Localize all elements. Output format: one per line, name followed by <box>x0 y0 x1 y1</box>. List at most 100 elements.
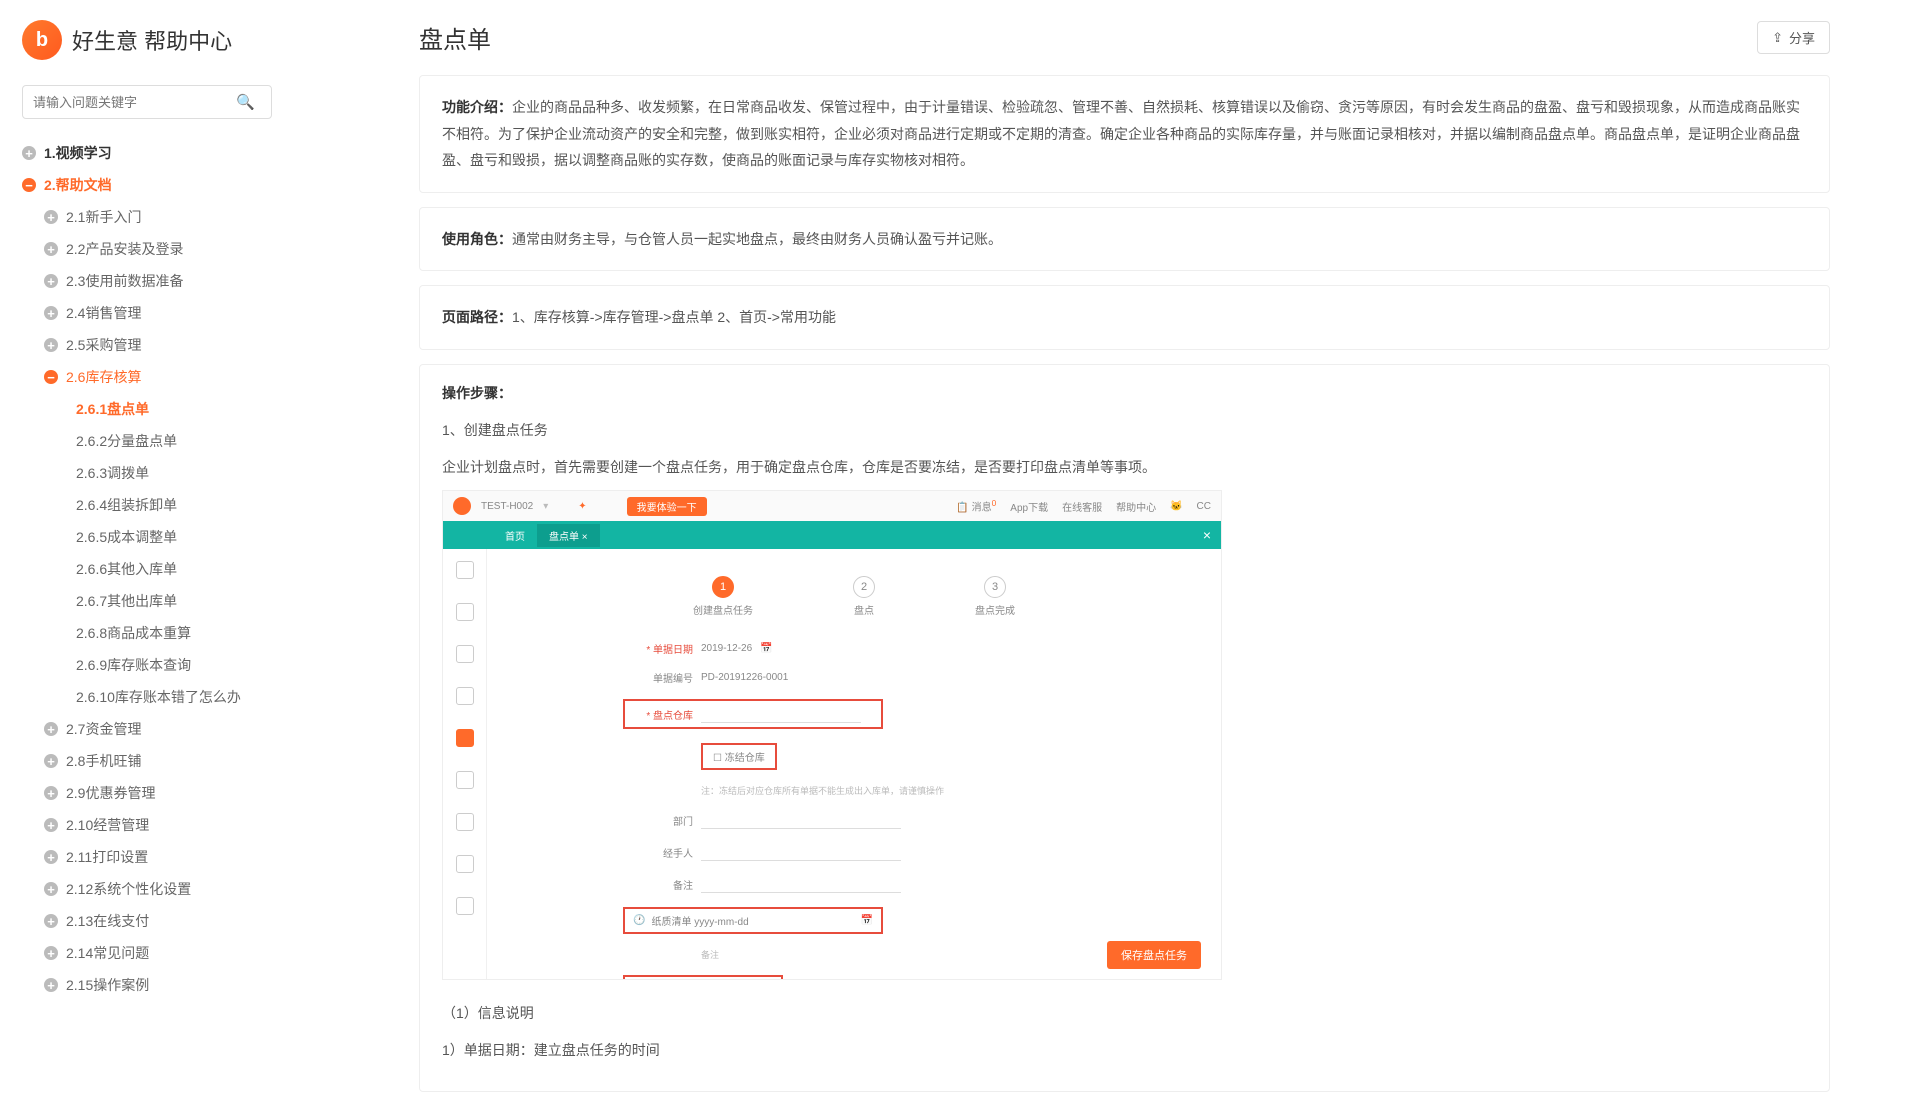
shot-experience-pill: 我要体验一下 <box>627 497 707 516</box>
nav-2-2[interactable]: 2.2产品安装及登录 <box>44 233 269 265</box>
nav-tree: 1.视频学习 2.帮助文档 2.1新手入门 2.2产品安装及登录 2.3使用前数… <box>22 137 269 1001</box>
shot-date-label: * 单据日期 <box>623 641 693 656</box>
calendar-icon: 📅 <box>861 915 873 926</box>
expand-icon[interactable] <box>44 306 58 320</box>
expand-icon[interactable] <box>44 914 58 928</box>
shot-no-value: PD-20191226-0001 <box>701 672 1083 683</box>
nav-2-6-1[interactable]: 2.6.1盘点单 <box>76 393 269 425</box>
shot-top-msg: 📋 消息0 <box>956 498 996 513</box>
nav-2-6-10[interactable]: 2.6.10库存账本错了怎么办 <box>76 681 269 713</box>
shot-step-3: 3盘点完成 <box>975 576 1015 617</box>
expand-icon[interactable] <box>44 850 58 864</box>
shot-mode-redbox: 盘点方式● 实物盘点 <box>623 975 783 980</box>
shot-logo-icon <box>453 497 471 515</box>
expand-icon[interactable] <box>44 978 58 992</box>
steps-header: 操作步骤： <box>442 383 1807 403</box>
nav-2-13[interactable]: 2.13在线支付 <box>44 905 269 937</box>
expand-icon[interactable] <box>44 242 58 256</box>
screenshot-illustration: TEST-H002 ▾ ✦ 我要体验一下 📋 消息0 App下载 在线客服 帮助… <box>442 490 1222 980</box>
shot-side-icon <box>456 771 474 789</box>
nav-2-7[interactable]: 2.7资金管理 <box>44 713 269 745</box>
shot-save-button: 保存盘点任务 <box>1107 941 1201 969</box>
nav-2-6-6[interactable]: 2.6.6其他入库单 <box>76 553 269 585</box>
intro-text: 企业的商品品种多、收发频繁，在日常商品收发、保管过程中，由于计量错误、检验疏忽、… <box>442 99 1800 168</box>
nav-2-6-7[interactable]: 2.6.7其他出库单 <box>76 585 269 617</box>
expand-icon[interactable] <box>44 722 58 736</box>
main-content: 盘点单 ⇪ 分享 功能介绍：企业的商品品种多、收发频繁，在日常商品收发、保管过程… <box>289 0 1920 1112</box>
site-logo-block: b 好生意 帮助中心 <box>22 20 269 60</box>
shot-side-icon-active <box>456 729 474 747</box>
intro-label: 功能介绍： <box>442 99 512 115</box>
logo-icon: b <box>22 20 62 60</box>
path-text: 1、库存核算->库存管理->盘点单 2、首页->常用功能 <box>512 309 836 325</box>
nav-2-6-8[interactable]: 2.6.8商品成本重算 <box>76 617 269 649</box>
nav-2-6[interactable]: 2.6库存核算 <box>44 361 269 393</box>
nav-2-14[interactable]: 2.14常见问题 <box>44 937 269 969</box>
path-card: 页面路径：1、库存核算->库存管理->盘点单 2、首页->常用功能 <box>419 285 1830 350</box>
shot-side-icon <box>456 645 474 663</box>
shot-tab-home: 首页 <box>493 524 537 547</box>
shot-step-2: 2盘点 <box>853 576 875 617</box>
shot-paper-redbox: 🕐纸质清单 yyyy-mm-dd📅 <box>623 907 883 934</box>
expand-icon[interactable] <box>22 146 36 160</box>
nav-2-9[interactable]: 2.9优惠券管理 <box>44 777 269 809</box>
expand-icon[interactable] <box>44 946 58 960</box>
expand-icon[interactable] <box>44 882 58 896</box>
sidebar: b 好生意 帮助中心 🔍 1.视频学习 2.帮助文档 2.1新手入门 2.2产品… <box>0 0 289 1112</box>
nav-2-6-2[interactable]: 2.6.2分量盘点单 <box>76 425 269 457</box>
nav-help-docs[interactable]: 2.帮助文档 <box>22 169 269 201</box>
nav-2-12[interactable]: 2.12系统个性化设置 <box>44 873 269 905</box>
nav-2-8[interactable]: 2.8手机旺铺 <box>44 745 269 777</box>
role-text: 通常由财务主导，与仓管人员一起实地盘点，最终由财务人员确认盈亏并记账。 <box>512 231 1002 247</box>
page-title: 盘点单 <box>419 20 491 55</box>
nav-2-15[interactable]: 2.15操作案例 <box>44 969 269 1001</box>
nav-2-11[interactable]: 2.11打印设置 <box>44 841 269 873</box>
search-input[interactable] <box>22 85 272 119</box>
share-label: 分享 <box>1789 28 1815 47</box>
shot-tab-inventory: 盘点单 × <box>537 524 600 547</box>
share-button[interactable]: ⇪ 分享 <box>1757 21 1830 54</box>
nav-video-learning[interactable]: 1.视频学习 <box>22 137 269 169</box>
shot-paper-tip: 备注 <box>701 948 1083 961</box>
shot-tab-close-icon: × <box>1203 527 1221 543</box>
expand-icon[interactable] <box>44 786 58 800</box>
nav-2-6-5[interactable]: 2.6.5成本调整单 <box>76 521 269 553</box>
collapse-icon[interactable] <box>44 370 58 384</box>
collapse-icon[interactable] <box>22 178 36 192</box>
shot-freeze-tip: 注：冻结后对应仓库所有单据不能生成出入库单，请谨慎操作 <box>701 784 1083 797</box>
info-line1: 1）单据日期：建立盘点任务的时间 <box>442 1037 1807 1064</box>
steps-section: 操作步骤： 1、创建盘点任务 企业计划盘点时，首先需要创建一个盘点任务，用于确定… <box>419 364 1830 1092</box>
shot-freeze-redbox: ☐ 冻结仓库 <box>701 743 777 770</box>
nav-2-6-3[interactable]: 2.6.3调拨单 <box>76 457 269 489</box>
nav-2-4[interactable]: 2.4销售管理 <box>44 297 269 329</box>
shot-side-icon <box>456 561 474 579</box>
nav-2-6-9[interactable]: 2.6.9库存账本查询 <box>76 649 269 681</box>
shot-no-label: 单据编号 <box>623 670 693 685</box>
shot-warehouse-redbox: * 盘点仓库 <box>623 699 883 729</box>
shot-remark-label: 备注 <box>623 877 693 892</box>
nav-2-1[interactable]: 2.1新手入门 <box>44 201 269 233</box>
shot-side-icon <box>456 855 474 873</box>
expand-icon[interactable] <box>44 754 58 768</box>
expand-icon[interactable] <box>44 818 58 832</box>
expand-icon[interactable] <box>44 210 58 224</box>
step1-desc: 企业计划盘点时，首先需要创建一个盘点任务，用于确定盘点仓库，仓库是否要冻结，是否… <box>442 454 1807 481</box>
step1-title: 1、创建盘点任务 <box>442 417 1807 444</box>
nav-2-6-4[interactable]: 2.6.4组装拆卸单 <box>76 489 269 521</box>
shot-side-icon <box>456 603 474 621</box>
shot-tenant: TEST-H002 <box>481 501 533 512</box>
site-title: 好生意 帮助中心 <box>72 24 232 56</box>
role-card: 使用角色：通常由财务主导，与仓管人员一起实地盘点，最终由财务人员确认盈亏并记账。 <box>419 207 1830 272</box>
expand-icon[interactable] <box>44 338 58 352</box>
shot-dept-label: 部门 <box>623 813 693 828</box>
role-label: 使用角色： <box>442 231 512 247</box>
expand-icon[interactable] <box>44 274 58 288</box>
nav-2-10[interactable]: 2.10经营管理 <box>44 809 269 841</box>
shot-side-icon <box>456 897 474 915</box>
shot-person-label: 经手人 <box>623 845 693 860</box>
nav-2-3[interactable]: 2.3使用前数据准备 <box>44 265 269 297</box>
share-icon: ⇪ <box>1772 30 1783 46</box>
search-wrap: 🔍 <box>22 85 269 119</box>
nav-2-5[interactable]: 2.5采购管理 <box>44 329 269 361</box>
shot-top-app: App下载 <box>1010 499 1048 514</box>
